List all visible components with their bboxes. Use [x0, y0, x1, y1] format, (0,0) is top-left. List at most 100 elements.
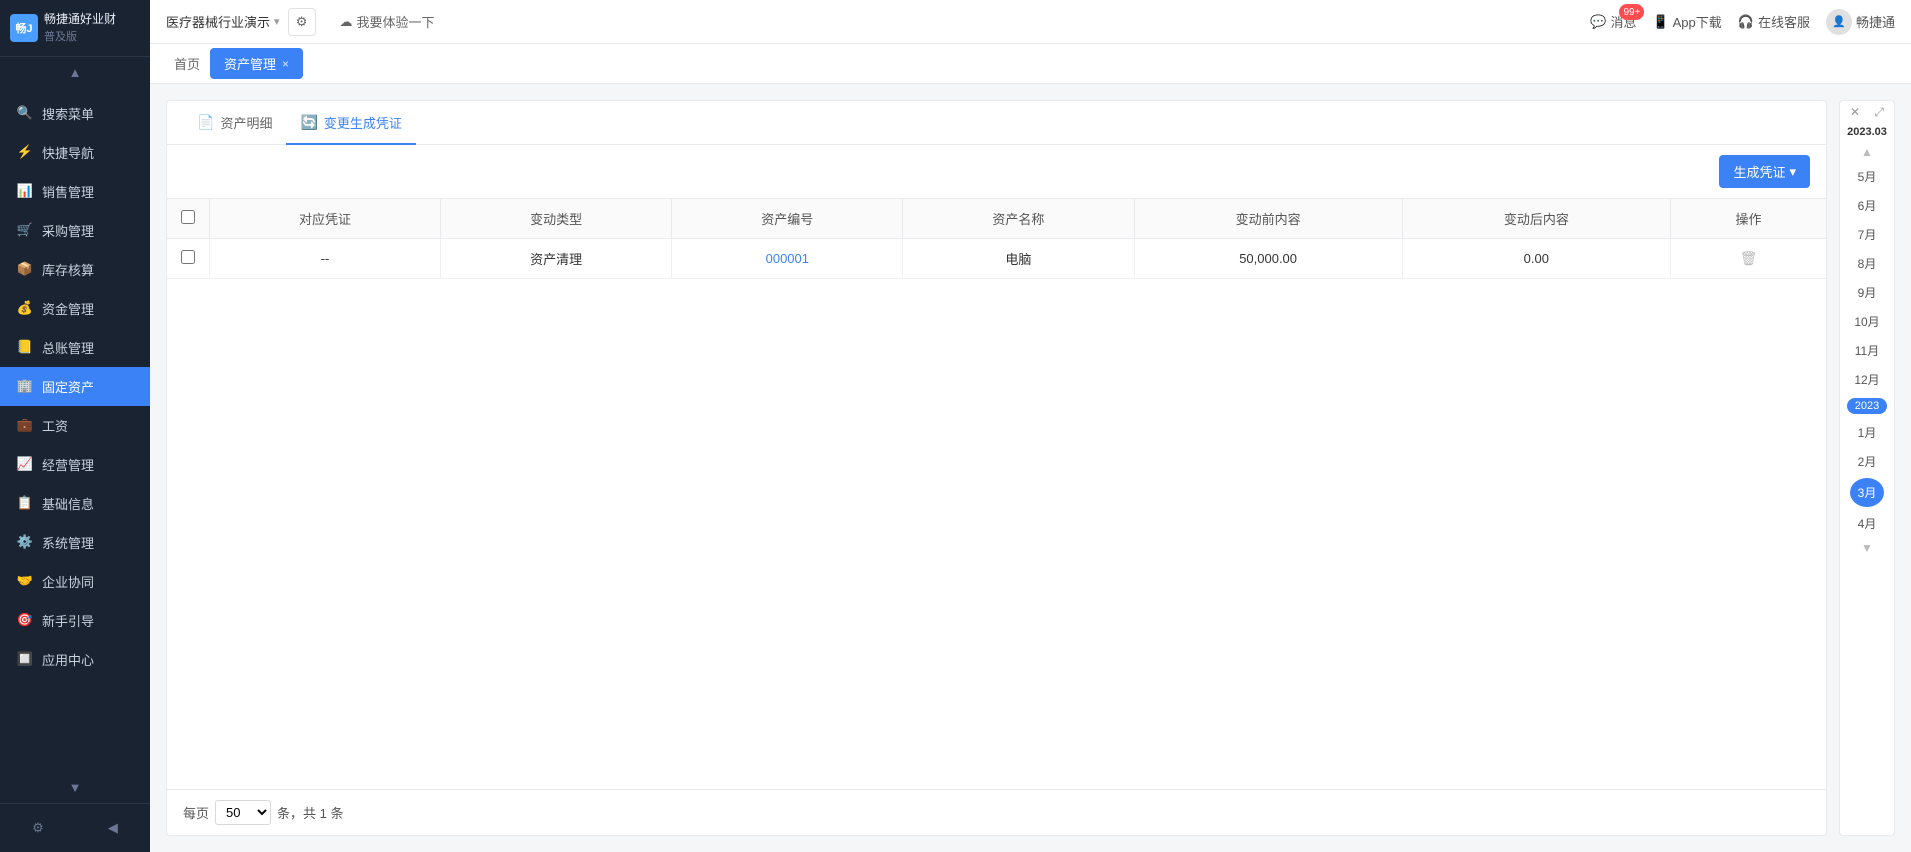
sidebar-item-basics[interactable]: 📋 基础信息	[0, 484, 150, 523]
col-asset-name: 资产名称	[903, 199, 1134, 239]
sidebar-item-label: 销售管理	[42, 182, 94, 201]
logo-text: 畅捷通好业财 普及版	[44, 12, 116, 44]
tab-change-voucher[interactable]: 🔄 变更生成凭证	[286, 102, 415, 145]
calendar-months: 5月 6月 7月 8月 9月 10月 11月 12月 2023 1月 2月 3月…	[1840, 162, 1894, 538]
sidebar-item-ledger[interactable]: 📒 总账管理	[0, 328, 150, 367]
calendar-close-button[interactable]: ✕	[1844, 101, 1866, 124]
company-selector[interactable]: 医疗器械行业演示 ▾	[166, 12, 280, 31]
cal-month-2[interactable]: 2月	[1840, 447, 1894, 476]
cal-month-6[interactable]: 6月	[1840, 191, 1894, 220]
sidebar-item-guide[interactable]: 🎯 新手引导	[0, 601, 150, 640]
generate-voucher-button[interactable]: 生成凭证 ▾	[1719, 155, 1810, 188]
search-icon: 🔍	[16, 104, 34, 122]
calendar-scroll-up[interactable]: ▲	[1861, 142, 1873, 162]
per-page-label: 每页	[183, 803, 209, 822]
tab-asset-detail[interactable]: 📄 资产明细	[183, 102, 286, 145]
sidebar-item-assets[interactable]: 🏢 固定资产	[0, 367, 150, 406]
sidebar-item-label: 采购管理	[42, 221, 94, 240]
header-left: 医疗器械行业演示 ▾ ⚙ ☁ 我要体验一下	[166, 8, 1590, 36]
cell-change-type: 资产清理	[441, 239, 672, 279]
row-checkbox[interactable]	[181, 250, 195, 264]
tab-asset-detail-label: 资产明细	[220, 113, 272, 132]
cell-voucher: --	[210, 239, 441, 279]
sidebar-scroll-up[interactable]: ▲	[65, 61, 86, 84]
sidebar-item-enterprise[interactable]: 🤝 企业协同	[0, 562, 150, 601]
cal-month-7[interactable]: 7月	[1840, 220, 1894, 249]
logo-icon: 畅J	[10, 14, 38, 42]
operations-icon: 📈	[16, 455, 34, 473]
header-settings-button[interactable]: ⚙	[288, 8, 316, 36]
sidebar-scroll-down[interactable]: ▼	[65, 776, 86, 799]
sidebar-item-salary[interactable]: 💼 工资	[0, 406, 150, 445]
collapse-icon: ◀	[108, 820, 118, 836]
sidebar-item-label: 系统管理	[42, 533, 94, 552]
cal-month-3-active[interactable]: 3月	[1850, 478, 1884, 507]
year-badge-2023[interactable]: 2023	[1847, 398, 1887, 414]
user-menu[interactable]: 👤 畅捷通	[1826, 9, 1895, 35]
purchase-icon: 🛒	[16, 221, 34, 239]
inventory-icon: 📦	[16, 260, 34, 278]
sidebar-item-label: 总账管理	[42, 338, 94, 357]
sidebar-item-sales[interactable]: 📊 销售管理	[0, 172, 150, 211]
tab-home[interactable]: 首页	[166, 54, 208, 73]
assets-icon: 🏢	[16, 377, 34, 395]
sidebar-item-system[interactable]: ⚙️ 系统管理	[0, 523, 150, 562]
sidebar-settings-button[interactable]: ⚙	[26, 814, 50, 842]
cal-month-4[interactable]: 4月	[1840, 509, 1894, 538]
main-area: 医疗器械行业演示 ▾ ⚙ ☁ 我要体验一下 💬 消息 99+ 📱 App下载	[150, 0, 1911, 852]
col-before-change: 变动前内容	[1134, 199, 1402, 239]
tab-label: 资产管理	[224, 54, 276, 73]
download-icon: 📱	[1652, 14, 1668, 30]
data-table: 对应凭证 变动类型 资产编号 资产名称 变动前内容 变动后内容 操作	[167, 199, 1826, 279]
cal-month-1[interactable]: 1月	[1840, 418, 1894, 447]
calendar-scroll-down[interactable]: ▼	[1861, 538, 1873, 558]
sidebar-collapse-button[interactable]: ◀	[102, 814, 124, 842]
header-right: 💬 消息 99+ 📱 App下载 🎧 在线客服 👤 畅捷通	[1590, 9, 1895, 35]
cal-month-5[interactable]: 5月	[1840, 162, 1894, 191]
sidebar-item-label: 搜索菜单	[42, 104, 94, 123]
delete-icon[interactable]: 🗑	[1740, 250, 1758, 266]
total-label: 条，共 1 条	[277, 803, 343, 822]
sidebar-item-label: 固定资产	[42, 377, 94, 396]
cal-month-10[interactable]: 10月	[1840, 307, 1894, 336]
cell-asset-no: 000001	[672, 239, 903, 279]
select-all-checkbox[interactable]	[181, 210, 195, 224]
cal-month-9[interactable]: 9月	[1840, 278, 1894, 307]
sidebar-item-funds[interactable]: 💰 资金管理	[0, 289, 150, 328]
sidebar-item-label: 经营管理	[42, 455, 94, 474]
message-icon: 💬	[1590, 14, 1606, 30]
message-button[interactable]: 💬 消息 99+	[1590, 12, 1636, 31]
calendar-expand-button[interactable]: ⤢	[1868, 101, 1890, 124]
experience-button[interactable]: ☁ 我要体验一下	[340, 12, 435, 31]
sidebar-item-operations[interactable]: 📈 经营管理	[0, 445, 150, 484]
tab-bar: 首页 资产管理 ×	[150, 44, 1911, 84]
app-download-button[interactable]: 📱 App下载	[1652, 12, 1721, 31]
cell-asset-name: 电脑	[903, 239, 1134, 279]
sidebar-item-purchase[interactable]: 🛒 采购管理	[0, 211, 150, 250]
enterprise-icon: 🤝	[16, 572, 34, 590]
customer-service-label: 在线客服	[1758, 12, 1810, 31]
sidebar-item-inventory[interactable]: 📦 库存核算	[0, 250, 150, 289]
data-table-wrap: 对应凭证 变动类型 资产编号 资产名称 变动前内容 变动后内容 操作	[167, 199, 1826, 789]
tab-close-icon[interactable]: ×	[282, 57, 289, 71]
sidebar-item-quicknav[interactable]: ⚡ 快捷导航	[0, 133, 150, 172]
calendar-header-icons: ✕ ⤢	[1840, 101, 1894, 124]
per-page-select[interactable]: 10 20 50 100	[215, 800, 271, 825]
sidebar-item-apps[interactable]: 🔲 应用中心	[0, 640, 150, 679]
tab-asset-management[interactable]: 资产管理 ×	[210, 48, 303, 79]
table-row: -- 资产清理 000001 电脑 50,000.00 0.00 🗑	[167, 239, 1826, 279]
cal-month-12[interactable]: 12月	[1840, 365, 1894, 394]
col-asset-no: 资产编号	[672, 199, 903, 239]
sidebar-item-search[interactable]: 🔍 搜索菜单	[0, 94, 150, 133]
user-name: 畅捷通	[1856, 12, 1895, 31]
customer-service-button[interactable]: 🎧 在线客服	[1738, 12, 1810, 31]
select-all-header	[167, 199, 210, 239]
cal-month-8[interactable]: 8月	[1840, 249, 1894, 278]
calendar-panel: ✕ ⤢ 2023.03 ▲ 5月 6月 7月 8月 9月 10月 11月 12月…	[1839, 100, 1895, 836]
pagination: 每页 10 20 50 100 条，共 1 条	[167, 789, 1826, 835]
home-label: 首页	[174, 57, 200, 72]
company-name: 医疗器械行业演示	[166, 12, 270, 31]
cloud-icon: ☁	[340, 14, 353, 30]
sidebar-item-label: 企业协同	[42, 572, 94, 591]
cal-month-11[interactable]: 11月	[1840, 336, 1894, 365]
